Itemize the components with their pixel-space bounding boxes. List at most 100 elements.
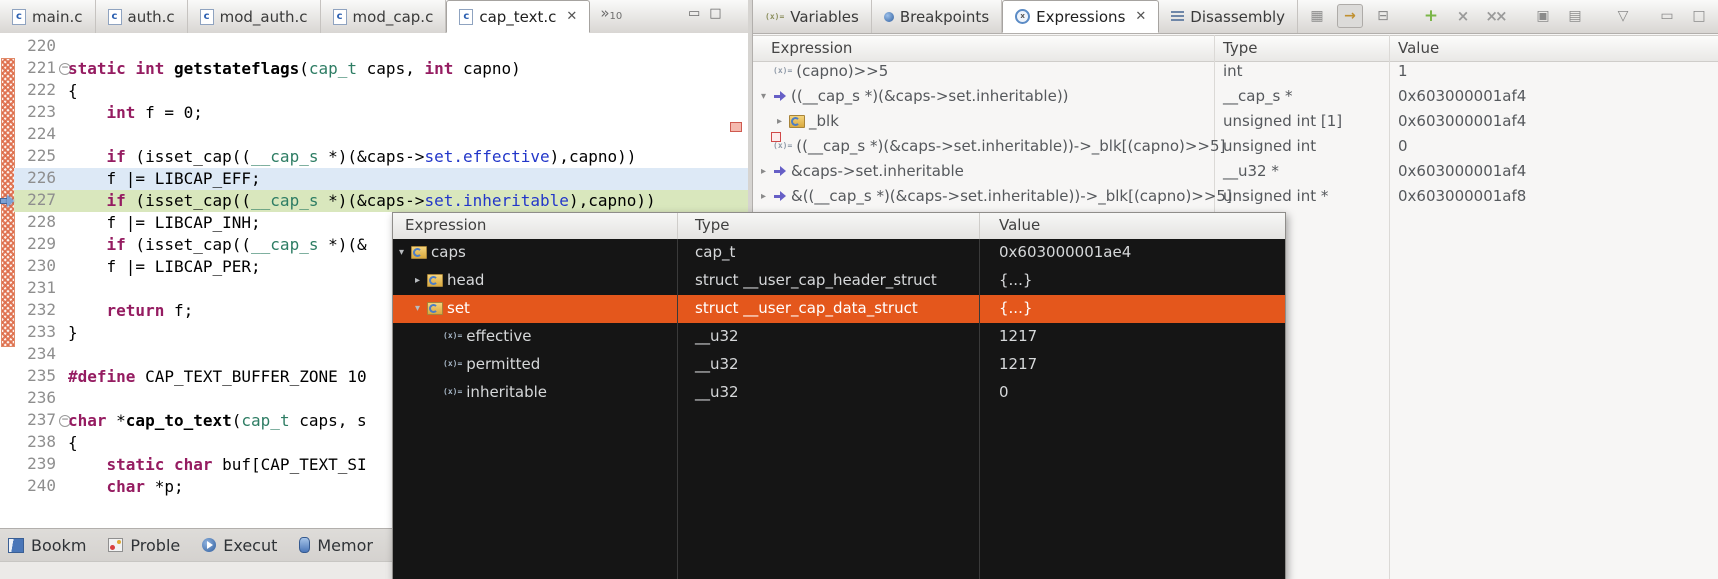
- c-file-icon: c: [459, 8, 474, 25]
- maximize-icon[interactable]: □: [709, 7, 721, 20]
- line-number[interactable]: 225: [14, 146, 56, 165]
- minimized-view-bookm[interactable]: Bookm: [8, 536, 86, 555]
- line-number[interactable]: 222: [14, 80, 56, 99]
- expander-down-icon[interactable]: ▾: [761, 91, 769, 102]
- editor-tab-mod_auth-c[interactable]: c mod_auth.c: [188, 0, 321, 33]
- code-line-222[interactable]: 222 {: [0, 80, 748, 102]
- editor-tab-cap_text-c[interactable]: c cap_text.c ✕: [446, 0, 591, 33]
- line-number[interactable]: 238: [14, 432, 56, 451]
- disassembly-view-icon: [1171, 11, 1185, 22]
- view-tab-variables[interactable]: (x)= Variables: [753, 0, 872, 33]
- tab-overflow-chevron[interactable]: » 10: [590, 0, 628, 33]
- show-type-names-icon[interactable]: ▦: [1305, 5, 1329, 27]
- line-number[interactable]: 232: [14, 300, 56, 319]
- expression-text: permitted: [466, 355, 541, 373]
- line-number[interactable]: 239: [14, 454, 56, 473]
- expression-cell: (x)= effective: [431, 327, 531, 345]
- code-line-226[interactable]: 226 f |= LIBCAP_EFF;: [0, 168, 748, 190]
- view-tab-disassembly[interactable]: Disassembly: [1159, 0, 1299, 33]
- code-text: f |= LIBCAP_INH;: [68, 213, 261, 232]
- line-number[interactable]: 235: [14, 366, 56, 385]
- executables-icon: [202, 538, 217, 552]
- view-tab-expressions[interactable]: x Expressions ✕: [1002, 0, 1160, 33]
- popup-row[interactable]: ▸ head struct __user_cap_header_struct {...…: [393, 267, 1285, 295]
- code-line-224[interactable]: 224: [0, 124, 748, 146]
- line-number[interactable]: 220: [14, 36, 56, 55]
- line-number[interactable]: 234: [14, 344, 56, 363]
- view-menu-icon[interactable]: ▽: [1611, 5, 1635, 27]
- expander-down-icon[interactable]: ▾: [415, 303, 423, 314]
- remove-selected-expressions-icon[interactable]: ×: [1451, 5, 1475, 27]
- expander-right-icon[interactable]: ▸: [761, 166, 769, 177]
- expression-row[interactable]: (x)= ((__cap_s *)(&caps->set.inheritable)…: [753, 135, 1718, 160]
- minimized-view-memor[interactable]: Memor: [299, 536, 373, 555]
- expression-row[interactable]: ▾ ((__cap_s *)(&caps->set.inheritable)) __…: [753, 85, 1718, 110]
- column-header-expression[interactable]: Expression: [771, 39, 852, 57]
- popup-column-header-type[interactable]: Type: [695, 216, 729, 234]
- popup-row-selected[interactable]: ▾ set struct __user_cap_data_struct {...}: [393, 295, 1285, 323]
- editor-tab-auth-c[interactable]: c auth.c: [96, 0, 188, 33]
- code-line-227[interactable]: 227 if (isset_cap((__cap_s *)(&caps->set…: [0, 190, 748, 212]
- link-with-debug-view-icon[interactable]: →: [1337, 4, 1363, 28]
- code-line-225[interactable]: 225 if (isset_cap((__cap_s *)(&caps->set…: [0, 146, 748, 168]
- line-number[interactable]: 228: [14, 212, 56, 231]
- line-number[interactable]: 221: [14, 58, 56, 77]
- expander-right-icon[interactable]: ▸: [777, 116, 785, 127]
- expander-down-icon[interactable]: ▾: [399, 247, 407, 258]
- popup-row[interactable]: (x)= inheritable __u32 0: [393, 379, 1285, 407]
- editor-tab-mod_cap-c[interactable]: c mod_cap.c: [321, 0, 447, 33]
- line-number[interactable]: 223: [14, 102, 56, 121]
- column-divider[interactable]: [677, 213, 678, 239]
- popup-row[interactable]: (x)= effective __u32 1217: [393, 323, 1285, 351]
- tab-label: Execut: [223, 535, 278, 555]
- expander-right-icon[interactable]: ▸: [415, 275, 423, 286]
- line-number[interactable]: 230: [14, 256, 56, 275]
- code-line-223[interactable]: 223 int f = 0;: [0, 102, 748, 124]
- code-line-221[interactable]: 221− static int getstateflags(cap_t caps,…: [0, 58, 748, 80]
- popup-column-header-value[interactable]: Value: [999, 216, 1040, 234]
- line-number[interactable]: 231: [14, 278, 56, 297]
- column-header-value[interactable]: Value: [1398, 39, 1439, 57]
- collapse-all-icon[interactable]: ⊟: [1371, 5, 1395, 27]
- detach-view-icon[interactable]: ▣: [1531, 5, 1555, 27]
- line-number[interactable]: 240: [14, 476, 56, 495]
- expression-row[interactable]: ▸ &caps->set.inheritable __u32 * 0x60300000…: [753, 160, 1718, 185]
- popup-row[interactable]: (x)= permitted __u32 1217: [393, 351, 1285, 379]
- minimize-view-icon[interactable]: ▭: [1655, 5, 1679, 27]
- line-number[interactable]: 224: [14, 124, 56, 143]
- expression-row[interactable]: ▸ &((__cap_s *)(&caps->set.inheritable))-…: [753, 185, 1718, 210]
- expression-cell: ▸ _blk: [777, 112, 839, 130]
- minimize-icon[interactable]: ▭: [688, 7, 700, 20]
- editor-tab-main-c[interactable]: c main.c: [0, 0, 96, 33]
- popup-table-body: ▾ caps cap_t 0x603000001ae4 ▸ head struct __us…: [393, 239, 1285, 579]
- watch-expression-icon: (x)=: [773, 66, 793, 75]
- close-icon[interactable]: ✕: [566, 9, 577, 24]
- popup-row[interactable]: ▾ caps cap_t 0x603000001ae4: [393, 239, 1285, 267]
- line-number[interactable]: 226: [14, 168, 56, 187]
- remove-all-expressions-icon[interactable]: ××: [1483, 5, 1507, 27]
- expander-right-icon[interactable]: ▸: [761, 191, 769, 202]
- code-text: if (isset_cap((__cap_s *)(&caps->set.inh…: [106, 191, 656, 210]
- expression-row[interactable]: ▸ _blk unsigned int [1] 0x603000001af4: [753, 110, 1718, 135]
- add-watch-expression-icon[interactable]: +: [1419, 5, 1443, 27]
- type-cell: unsigned int *: [1223, 187, 1329, 205]
- minimized-view-proble[interactable]: Proble: [108, 536, 180, 555]
- overview-ruler-annotation[interactable]: [730, 122, 742, 132]
- popup-column-header-expression[interactable]: Expression: [405, 216, 486, 234]
- column-divider[interactable]: [979, 213, 980, 239]
- maximize-view-icon[interactable]: □: [1687, 5, 1711, 27]
- close-icon[interactable]: ✕: [1135, 9, 1146, 24]
- line-number[interactable]: 227: [14, 190, 56, 209]
- expression-row[interactable]: (x)= (capno)>>5 int 1: [753, 60, 1718, 85]
- line-number[interactable]: 237: [14, 410, 56, 429]
- edit-expression-icon[interactable]: ▤: [1563, 5, 1587, 27]
- code-text: static char buf[CAP_TEXT_SI: [106, 455, 367, 474]
- code-line-220[interactable]: 220: [0, 36, 748, 58]
- line-number[interactable]: 229: [14, 234, 56, 253]
- line-number[interactable]: 233: [14, 322, 56, 341]
- line-number[interactable]: 236: [14, 388, 56, 407]
- column-header-type[interactable]: Type: [1223, 39, 1257, 57]
- minimized-view-execut[interactable]: Execut: [202, 536, 277, 555]
- memory-icon: [299, 537, 311, 553]
- view-tab-breakpoints[interactable]: Breakpoints: [872, 0, 1003, 33]
